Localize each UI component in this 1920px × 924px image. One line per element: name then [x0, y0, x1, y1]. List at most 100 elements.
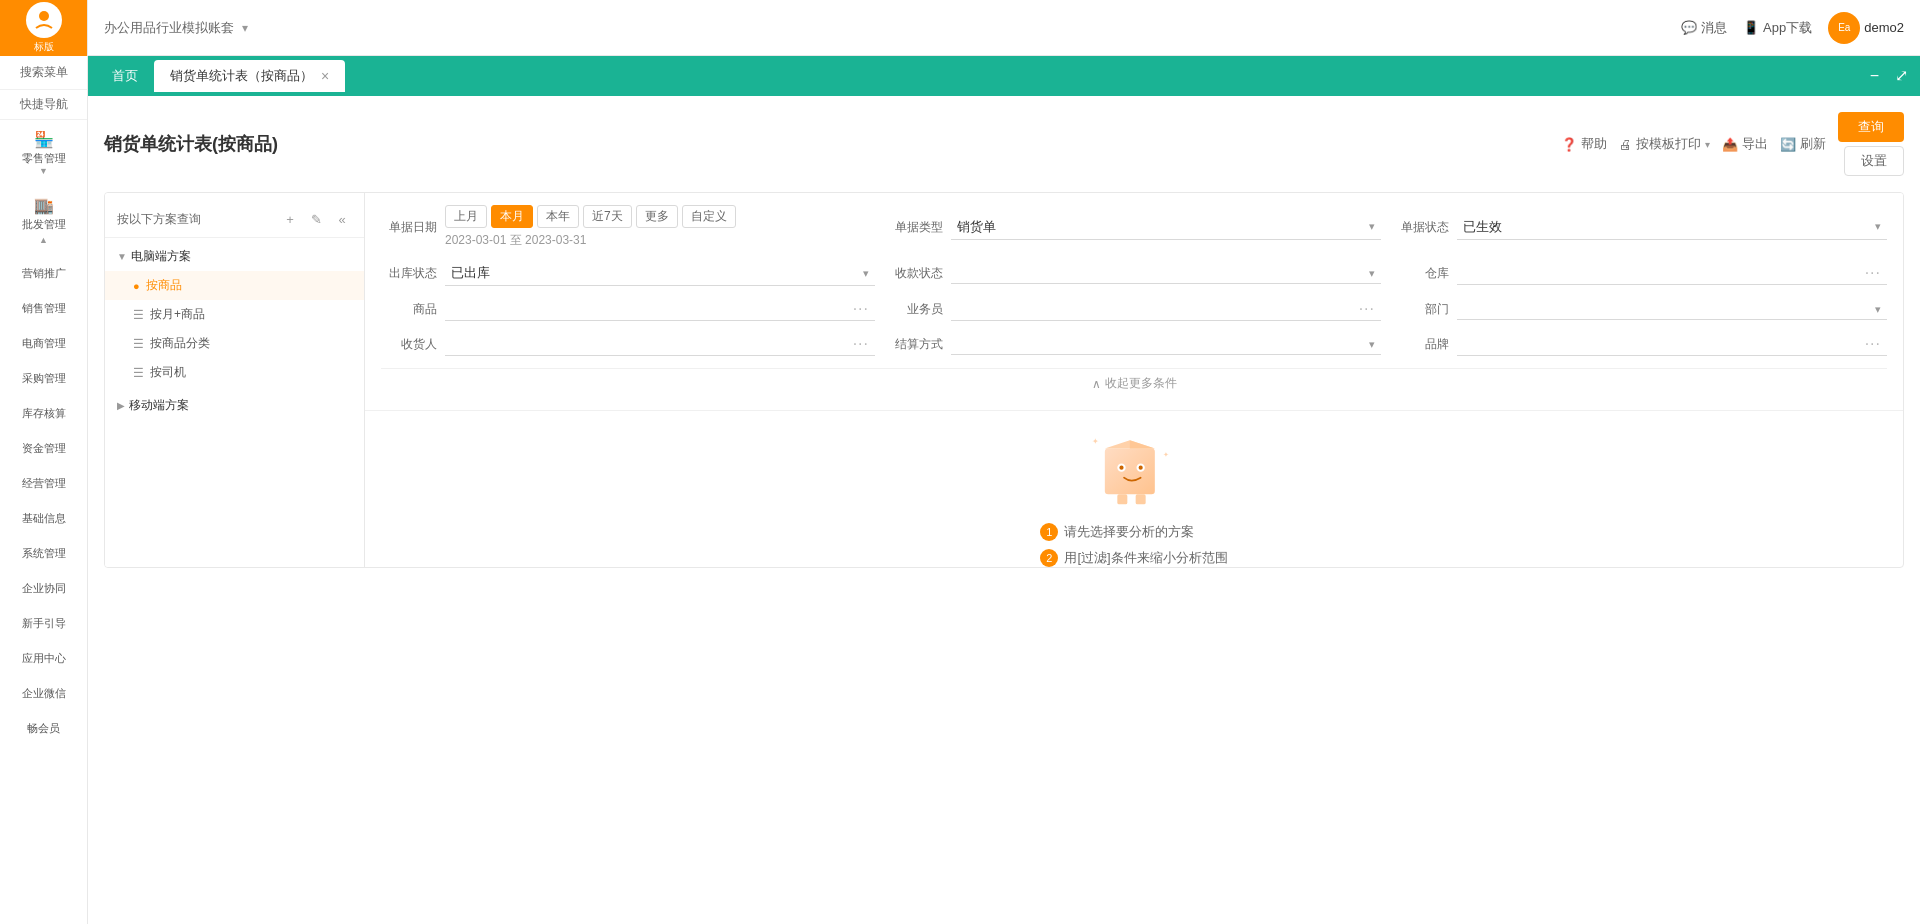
retail-arrow-icon: ▼	[39, 166, 48, 176]
svg-rect-1	[1105, 449, 1155, 495]
sidebar-item-business[interactable]: 经营管理	[0, 466, 87, 501]
hint-text-1: 请先选择要分析的方案	[1064, 523, 1194, 541]
topbar: 办公用品行业模拟账套 ▾ 💬 消息 📱 App下载 Ea demo2	[88, 0, 1920, 56]
driver-icon: ☰	[133, 366, 144, 380]
print-icon: 🖨	[1619, 137, 1632, 152]
sidebar-item-ecommerce[interactable]: 电商管理	[0, 326, 87, 361]
warehouse-input[interactable]: ···	[1457, 262, 1887, 285]
date-btn-this-year[interactable]: 本年	[537, 205, 579, 228]
receiver-dots-icon: ···	[853, 336, 869, 352]
sidebar-item-marketing[interactable]: 营销推广	[0, 256, 87, 291]
month-goods-icon: ☰	[133, 308, 144, 322]
filter-cell-order-type: 单据类型 销货单 ▾	[887, 215, 1381, 240]
sidebar-item-inventory[interactable]: 库存核算	[0, 396, 87, 431]
svg-marker-3	[1130, 440, 1155, 448]
tab-maximize-button[interactable]: ⤢	[1891, 64, 1912, 88]
tab-sales-stats[interactable]: 销货单统计表（按商品） ×	[154, 60, 345, 92]
receiver-label: 收货人	[381, 336, 437, 353]
user-profile[interactable]: Ea demo2	[1828, 12, 1904, 44]
order-type-chevron-icon: ▾	[1369, 220, 1375, 233]
dept-chevron-icon: ▾	[1875, 303, 1881, 316]
sidebar-item-guide[interactable]: 新手引导	[0, 606, 87, 641]
sidebar-quick-nav[interactable]: 快捷导航	[0, 90, 87, 120]
brand-input[interactable]: ···	[1457, 333, 1887, 356]
filter-cell-brand: 品牌 ···	[1393, 333, 1887, 356]
dept-select[interactable]: ▾	[1457, 300, 1887, 320]
by-goods-label: 按商品	[146, 277, 182, 294]
out-status-select[interactable]: 已出库 ▾	[445, 261, 875, 286]
tree-pc-arrow-icon: ▼	[117, 251, 127, 262]
receiver-input[interactable]: ···	[445, 333, 875, 356]
order-status-label: 单据状态	[1393, 219, 1449, 236]
svg-rect-10	[1117, 494, 1127, 504]
tree-section-mobile-header[interactable]: ▶ 移动端方案	[105, 391, 364, 420]
sidebar-item-system[interactable]: 系统管理	[0, 536, 87, 571]
right-panel: 单据日期 上月 本月 本年 近7天 更多 自定义 2023-03-01 至 20…	[365, 193, 1903, 567]
tree-collapse-button[interactable]: «	[332, 209, 352, 229]
order-status-select[interactable]: 已生效 ▾	[1457, 215, 1887, 240]
tree-item-by-goods[interactable]: ● 按商品	[105, 271, 364, 300]
message-button[interactable]: 💬 消息	[1681, 19, 1727, 37]
tab-minimize-button[interactable]: −	[1866, 64, 1883, 88]
tree-edit-button[interactable]: ✎	[306, 209, 326, 229]
payment-status-select[interactable]: ▾	[951, 264, 1381, 284]
tree-pc-label: 电脑端方案	[131, 248, 191, 265]
order-type-select[interactable]: 销货单 ▾	[951, 215, 1381, 240]
tree-item-by-month-goods[interactable]: ☰ 按月+商品	[105, 300, 364, 329]
tabbar: 首页 销货单统计表（按商品） × − ⤢	[88, 56, 1920, 96]
sidebar-item-sales[interactable]: 销售管理	[0, 291, 87, 326]
date-btn-more[interactable]: 更多	[636, 205, 678, 228]
tab-home[interactable]: 首页	[96, 60, 154, 92]
print-button[interactable]: 🖨 按模板打印 ▾	[1619, 135, 1710, 153]
settle-select[interactable]: ▾	[951, 335, 1381, 355]
sidebar-item-finance[interactable]: 资金管理	[0, 431, 87, 466]
date-btn-this-month[interactable]: 本月	[491, 205, 533, 228]
query-button[interactable]: 查询	[1838, 112, 1904, 142]
sidebar-item-wholesale[interactable]: 🏬 批发管理 ▲	[0, 186, 87, 256]
category-label: 按商品分类	[150, 335, 210, 352]
settings-button[interactable]: 设置	[1844, 146, 1904, 176]
export-button[interactable]: 📤 导出	[1722, 135, 1768, 153]
refresh-button[interactable]: 🔄 刷新	[1780, 135, 1826, 153]
sidebar-item-app-center[interactable]: 应用中心	[0, 641, 87, 676]
tree-header-label: 按以下方案查询	[117, 211, 201, 228]
tree-add-button[interactable]: +	[280, 209, 300, 229]
sidebar-item-purchase[interactable]: 采购管理	[0, 361, 87, 396]
tree-item-by-category[interactable]: ☰ 按商品分类	[105, 329, 364, 358]
order-type-label: 单据类型	[887, 219, 943, 236]
filter-cell-settle: 结算方式 ▾	[887, 335, 1381, 355]
filter-cell-warehouse: 仓库 ···	[1393, 262, 1887, 285]
sidebar-item-basic[interactable]: 基础信息	[0, 501, 87, 536]
sidebar-item-member[interactable]: 畅会员	[0, 711, 87, 746]
date-btn-custom[interactable]: 自定义	[682, 205, 736, 228]
filter-cell-order-status: 单据状态 已生效 ▾	[1393, 215, 1887, 240]
help-icon: ❓	[1561, 137, 1577, 152]
topbar-dropdown-icon[interactable]: ▾	[242, 21, 248, 35]
sidebar-item-wechat[interactable]: 企业微信	[0, 676, 87, 711]
sidebar-item-cooperation[interactable]: 企业协同	[0, 571, 87, 606]
goods-input[interactable]: ···	[445, 298, 875, 321]
export-label: 导出	[1742, 135, 1768, 153]
date-btn-7days[interactable]: 近7天	[583, 205, 632, 228]
tree-section-pc: ▼ 电脑端方案 ● 按商品 ☰ 按月+商品 ☰	[105, 242, 364, 387]
date-btn-last-month[interactable]: 上月	[445, 205, 487, 228]
sidebar-search[interactable]: 搜索菜单	[0, 56, 87, 90]
retail-icon: 🏪	[34, 130, 54, 149]
tab-close-icon[interactable]: ×	[321, 69, 329, 83]
hint-text-2: 用[过滤]条件来缩小分析范围	[1064, 549, 1227, 567]
logo: 标版	[0, 0, 87, 56]
collapse-bar[interactable]: ∧ 收起更多条件	[381, 368, 1887, 398]
user-name: demo2	[1864, 20, 1904, 35]
app-download-button[interactable]: 📱 App下载	[1743, 19, 1812, 37]
filter-cell-out-status: 出库状态 已出库 ▾	[381, 261, 875, 286]
sidebar-item-retail[interactable]: 🏪 零售管理 ▼	[0, 120, 87, 186]
tree-item-by-driver[interactable]: ☰ 按司机	[105, 358, 364, 387]
staff-input[interactable]: ···	[951, 298, 1381, 321]
download-icon: 📱	[1743, 20, 1759, 35]
help-button[interactable]: ❓ 帮助	[1561, 135, 1607, 153]
filter-cell-payment-status: 收款状态 ▾	[887, 264, 1381, 284]
tree-section-pc-header[interactable]: ▼ 电脑端方案	[105, 242, 364, 271]
search-label[interactable]: 搜索菜单	[20, 65, 68, 79]
filter-row-1: 单据日期 上月 本月 本年 近7天 更多 自定义 2023-03-01 至 20…	[381, 205, 1887, 249]
quick-nav-label[interactable]: 快捷导航	[20, 97, 68, 111]
